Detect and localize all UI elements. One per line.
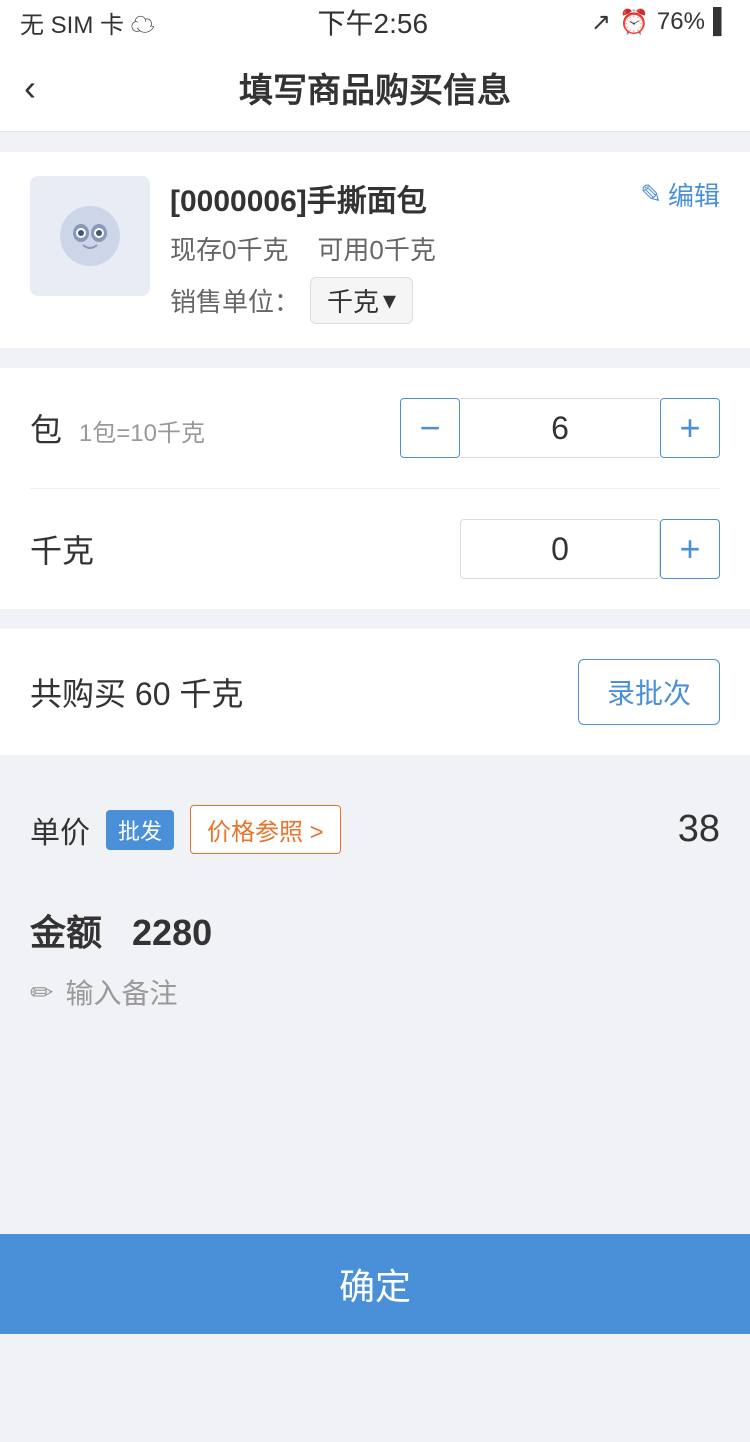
kg-input[interactable] [460, 519, 660, 579]
kg-label: 千克 [30, 526, 94, 572]
price-ref-button[interactable]: 价格参照 > [190, 805, 341, 854]
product-unit-row: 销售单位： 千克 ▾ [170, 277, 720, 324]
stock-value: 现存0千克 [170, 235, 288, 265]
kg-plus-button[interactable]: + [660, 519, 720, 579]
batch-button[interactable]: 录批次 [578, 659, 720, 725]
unit-label: 销售单位： [170, 282, 300, 319]
price-tag: 批发 [106, 810, 174, 850]
kg-quantity-row: 千克 + [30, 489, 720, 609]
price-label: 单价 [30, 808, 90, 852]
kg-controls: + [460, 519, 720, 579]
edit-icon: ✎ [640, 179, 662, 210]
confirm-button[interactable]: 确定 [339, 1258, 411, 1310]
pack-hint: 1包=10千克 [79, 420, 205, 447]
pack-quantity-row: 包 1包=10千克 − + [30, 368, 720, 489]
amount-value: 2280 [132, 912, 212, 953]
product-image [30, 176, 150, 296]
product-stock: 现存0千克 可用0千克 [170, 230, 720, 267]
unit-selector[interactable]: 千克 ▾ [310, 277, 413, 324]
summary-section: 共购买 60 千克 录批次 [0, 629, 750, 755]
available-value: 可用0千克 [317, 235, 435, 265]
price-section: 单价 批发 价格参照 > 38 [0, 775, 750, 884]
amount-row: 金额 2280 [30, 904, 720, 956]
status-right: ↗ ⏰ 76% ▌ [591, 8, 730, 37]
pack-input[interactable] [460, 398, 660, 458]
summary-text: 共购买 60 千克 [30, 669, 243, 715]
product-info: [0000006]手撕面包 现存0千克 可用0千克 销售单位： 千克 ▾ [170, 176, 720, 324]
pack-minus-button[interactable]: − [400, 398, 460, 458]
note-icon: ✏ [30, 976, 53, 1009]
amount-label: 金额 [30, 912, 102, 953]
quantity-section: 包 1包=10千克 − + 千克 + [0, 368, 750, 609]
alarm-icon: ⏰ [619, 8, 649, 37]
price-row: 单价 批发 价格参照 > 38 [30, 805, 720, 854]
status-left: 无 SIM 卡 ☁ [20, 5, 155, 40]
amount-section: 金额 2280 ✏ 输入备注 [0, 884, 750, 1042]
edit-button[interactable]: ✎ 编辑 [640, 176, 720, 213]
back-button[interactable]: ‹ [24, 67, 36, 109]
note-placeholder: 输入备注 [65, 972, 177, 1012]
product-card: [0000006]手撕面包 现存0千克 可用0千克 销售单位： 千克 ▾ ✎ 编… [0, 152, 750, 348]
sim-status: 无 SIM 卡 ☁ [20, 5, 155, 40]
nav-bar: ‹ 填写商品购买信息 [0, 44, 750, 132]
product-name: [0000006]手撕面包 [170, 176, 720, 220]
pack-plus-button[interactable]: + [660, 398, 720, 458]
location-icon: ↗ [591, 8, 611, 37]
chevron-down-icon: ▾ [383, 285, 396, 316]
confirm-section[interactable]: 确定 [0, 1234, 750, 1334]
pack-controls: − + [400, 398, 720, 458]
status-time: 下午2:56 [318, 2, 429, 42]
pack-label: 包 1包=10千克 [30, 405, 205, 451]
battery-level: 76% [657, 8, 705, 36]
page-title: 填写商品购买信息 [239, 63, 511, 112]
note-row[interactable]: ✏ 输入备注 [30, 972, 720, 1012]
price-value: 38 [678, 808, 720, 851]
battery-icon: ▌ [713, 8, 730, 36]
status-bar: 无 SIM 卡 ☁ 下午2:56 ↗ ⏰ 76% ▌ [0, 0, 750, 44]
